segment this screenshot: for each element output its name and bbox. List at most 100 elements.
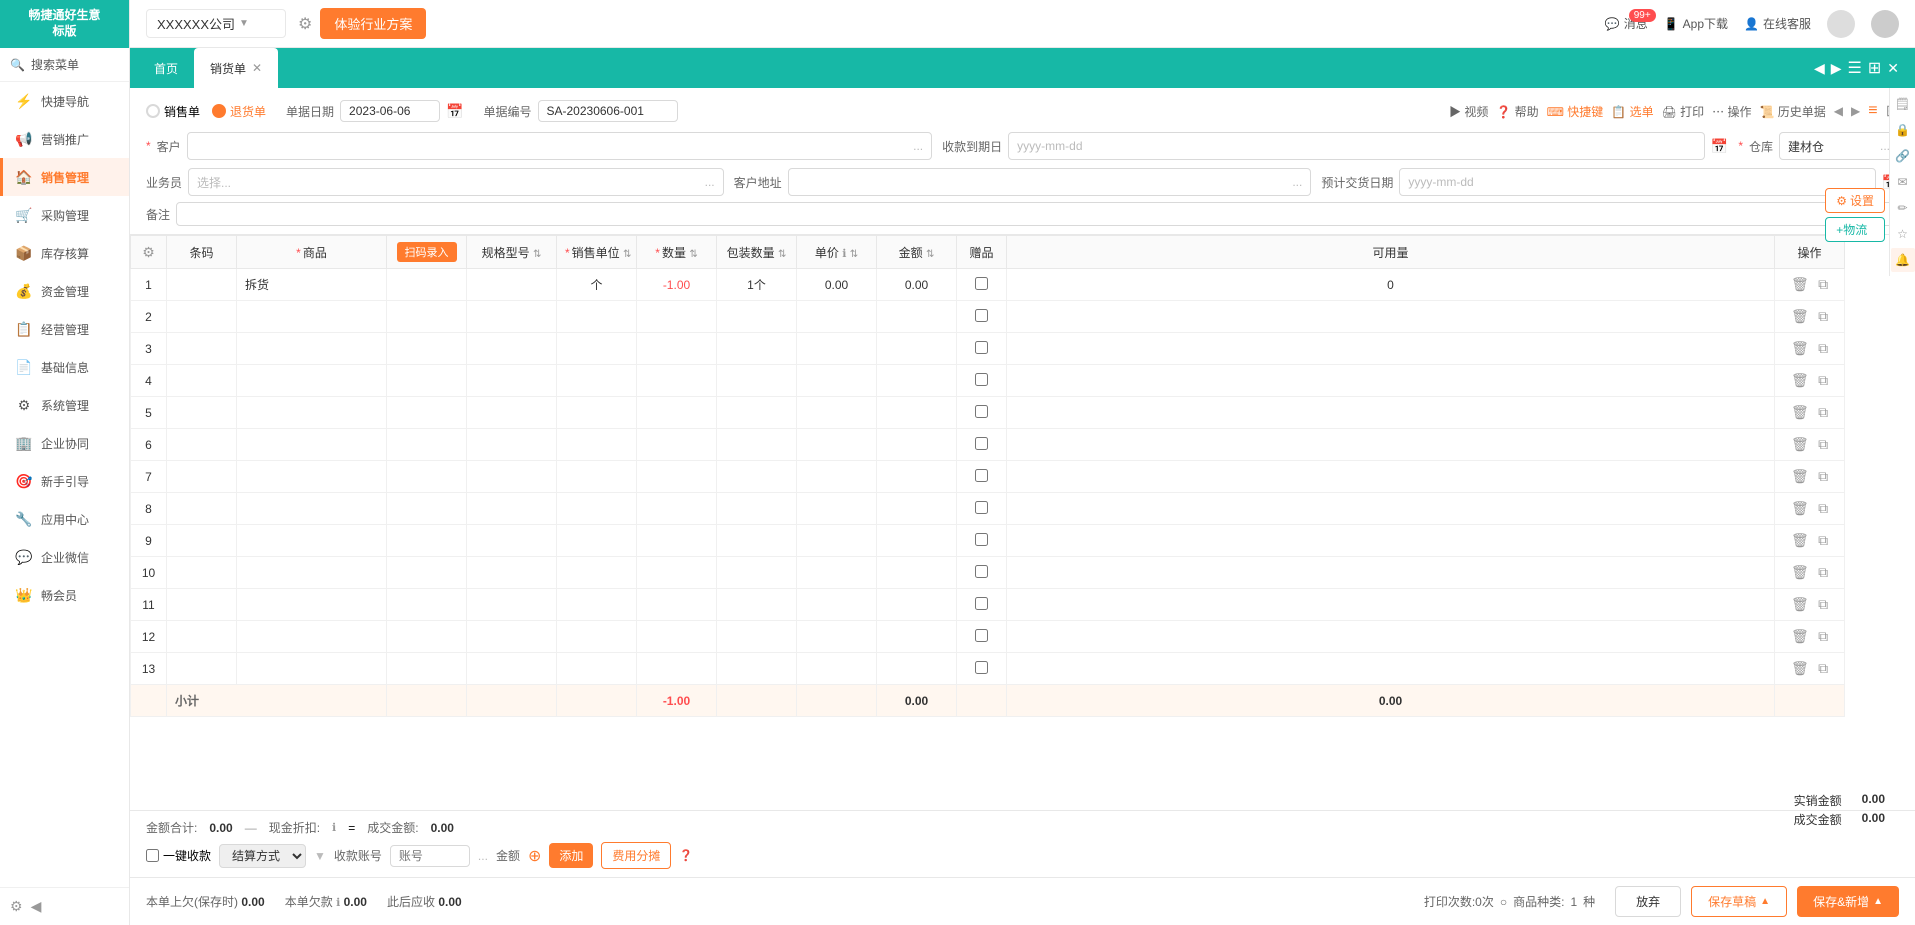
- gift-checkbox[interactable]: [975, 341, 988, 354]
- gift-checkbox[interactable]: [975, 597, 988, 610]
- rp-lock-btn[interactable]: 🔒: [1891, 118, 1915, 142]
- due-date-input[interactable]: yyyy-mm-dd: [1008, 132, 1705, 160]
- rp-alert-btn[interactable]: 🔔: [1891, 248, 1915, 272]
- copy-icon[interactable]: ⧉: [1818, 500, 1828, 516]
- cell-barcode[interactable]: [167, 589, 237, 621]
- sidebar-item-appstore[interactable]: 🔧 应用中心: [0, 500, 129, 538]
- th-unit[interactable]: *销售单位 ⇅: [557, 236, 637, 269]
- cell-amount[interactable]: [877, 493, 957, 525]
- sidebar-item-quick-nav[interactable]: ⚡ 快捷导航: [0, 82, 129, 120]
- cell-amount[interactable]: [877, 333, 957, 365]
- method-select[interactable]: 结算方式: [219, 844, 306, 868]
- message-button[interactable]: 💬 消息 99+: [1605, 15, 1648, 32]
- account-input[interactable]: [390, 845, 470, 867]
- cell-gift[interactable]: [957, 429, 1007, 461]
- gift-checkbox[interactable]: [975, 437, 988, 450]
- cell-qty[interactable]: [637, 461, 717, 493]
- copy-icon[interactable]: ⧉: [1818, 276, 1828, 292]
- copy-icon[interactable]: ⧉: [1818, 340, 1828, 356]
- user-avatar[interactable]: [1827, 10, 1855, 38]
- cell-unit[interactable]: [557, 525, 637, 557]
- cell-price[interactable]: [797, 589, 877, 621]
- tab-sales-order[interactable]: 销货单 ✕: [194, 48, 278, 88]
- cell-spec[interactable]: [467, 557, 557, 589]
- rp-link-btn[interactable]: 🔗: [1891, 144, 1915, 168]
- delete-icon[interactable]: 🗑: [1791, 404, 1809, 420]
- tab-nav-prev-icon[interactable]: ◀: [1814, 60, 1825, 77]
- cell-pkgqty[interactable]: [717, 621, 797, 653]
- cell-product[interactable]: [237, 557, 387, 589]
- cell-barcode[interactable]: [167, 429, 237, 461]
- gift-checkbox[interactable]: [975, 661, 988, 674]
- cell-unit[interactable]: [557, 621, 637, 653]
- cell-price[interactable]: [797, 653, 877, 685]
- cell-barcode[interactable]: [167, 525, 237, 557]
- tab-layout-icon[interactable]: ⊞: [1868, 58, 1881, 78]
- payment-checkbox[interactable]: [146, 849, 159, 862]
- cell-product[interactable]: [237, 621, 387, 653]
- cell-unit[interactable]: [557, 333, 637, 365]
- note-input[interactable]: [176, 202, 1899, 226]
- copy-icon[interactable]: ⧉: [1818, 404, 1828, 420]
- cell-pkgqty[interactable]: [717, 525, 797, 557]
- copy-icon[interactable]: ⧉: [1818, 468, 1828, 484]
- cell-gift[interactable]: [957, 461, 1007, 493]
- cell-gift[interactable]: [957, 269, 1007, 301]
- cell-unit[interactable]: [557, 653, 637, 685]
- table-scroll[interactable]: ⚙ 条码 *商品 扫码录入 规格型号 ⇅ *销售单位 ⇅ *数量 ⇅ 包装数量 …: [130, 235, 1915, 810]
- cell-product[interactable]: 拆货: [237, 269, 387, 301]
- cell-price[interactable]: [797, 557, 877, 589]
- logistics-button[interactable]: +物流: [1825, 217, 1885, 242]
- cell-unit[interactable]: [557, 397, 637, 429]
- cell-price[interactable]: [797, 301, 877, 333]
- copy-icon[interactable]: ⧉: [1818, 372, 1828, 388]
- cell-unit[interactable]: 个: [557, 269, 637, 301]
- copy-icon[interactable]: ⧉: [1818, 308, 1828, 324]
- rp-star-btn[interactable]: ☆: [1891, 222, 1915, 246]
- gift-checkbox[interactable]: [975, 565, 988, 578]
- cell-unit[interactable]: [557, 365, 637, 397]
- sidebar-item-finance[interactable]: 💰 资金管理: [0, 272, 129, 310]
- cell-spec[interactable]: [467, 397, 557, 429]
- cell-qty[interactable]: [637, 397, 717, 429]
- cell-spec[interactable]: [467, 589, 557, 621]
- cell-barcode[interactable]: [167, 653, 237, 685]
- cell-product[interactable]: [237, 525, 387, 557]
- cell-qty[interactable]: [637, 301, 717, 333]
- cell-product[interactable]: [237, 333, 387, 365]
- cell-product[interactable]: [237, 493, 387, 525]
- date-value[interactable]: 2023-06-06: [340, 100, 440, 122]
- cell-product[interactable]: [237, 461, 387, 493]
- cell-pkgqty[interactable]: [717, 589, 797, 621]
- cell-gift[interactable]: [957, 301, 1007, 333]
- cell-gift[interactable]: [957, 589, 1007, 621]
- sidebar-item-enterprise[interactable]: 🏢 企业协同: [0, 424, 129, 462]
- settings-icon[interactable]: ⚙: [10, 898, 23, 915]
- cell-spec[interactable]: [467, 461, 557, 493]
- cell-product[interactable]: [237, 589, 387, 621]
- cell-amount[interactable]: [877, 397, 957, 429]
- save-new-button[interactable]: 保存&新增 ▲: [1797, 886, 1899, 917]
- cell-unit[interactable]: [557, 461, 637, 493]
- company-selector[interactable]: XXXXXX公司 ▼: [146, 9, 286, 38]
- cell-pkgqty[interactable]: [717, 365, 797, 397]
- gift-checkbox[interactable]: [975, 501, 988, 514]
- delete-icon[interactable]: 🗑: [1791, 436, 1809, 452]
- due-date-calendar-icon[interactable]: 📅: [1711, 138, 1728, 155]
- cell-spec[interactable]: [467, 365, 557, 397]
- th-spec[interactable]: 规格型号 ⇅: [467, 236, 557, 269]
- sidebar-item-system[interactable]: ⚙ 系统管理: [0, 386, 129, 424]
- app-download-button[interactable]: 📱 App下载: [1664, 15, 1728, 32]
- cell-pkgqty[interactable]: [717, 333, 797, 365]
- cell-amount[interactable]: [877, 621, 957, 653]
- layout-icon1[interactable]: ≡: [1868, 102, 1877, 120]
- customer-addr-input[interactable]: ...: [788, 168, 1312, 196]
- cell-barcode[interactable]: [167, 493, 237, 525]
- debt-info-icon[interactable]: ℹ: [336, 897, 340, 909]
- delete-icon[interactable]: 🗑: [1791, 596, 1809, 612]
- cell-qty[interactable]: [637, 429, 717, 461]
- shortcut-btn[interactable]: ⌨ 快捷键: [1547, 103, 1604, 120]
- th-amount[interactable]: 金额 ⇅: [877, 236, 957, 269]
- copy-icon[interactable]: ⧉: [1818, 564, 1828, 580]
- copy-icon[interactable]: ⧉: [1818, 660, 1828, 676]
